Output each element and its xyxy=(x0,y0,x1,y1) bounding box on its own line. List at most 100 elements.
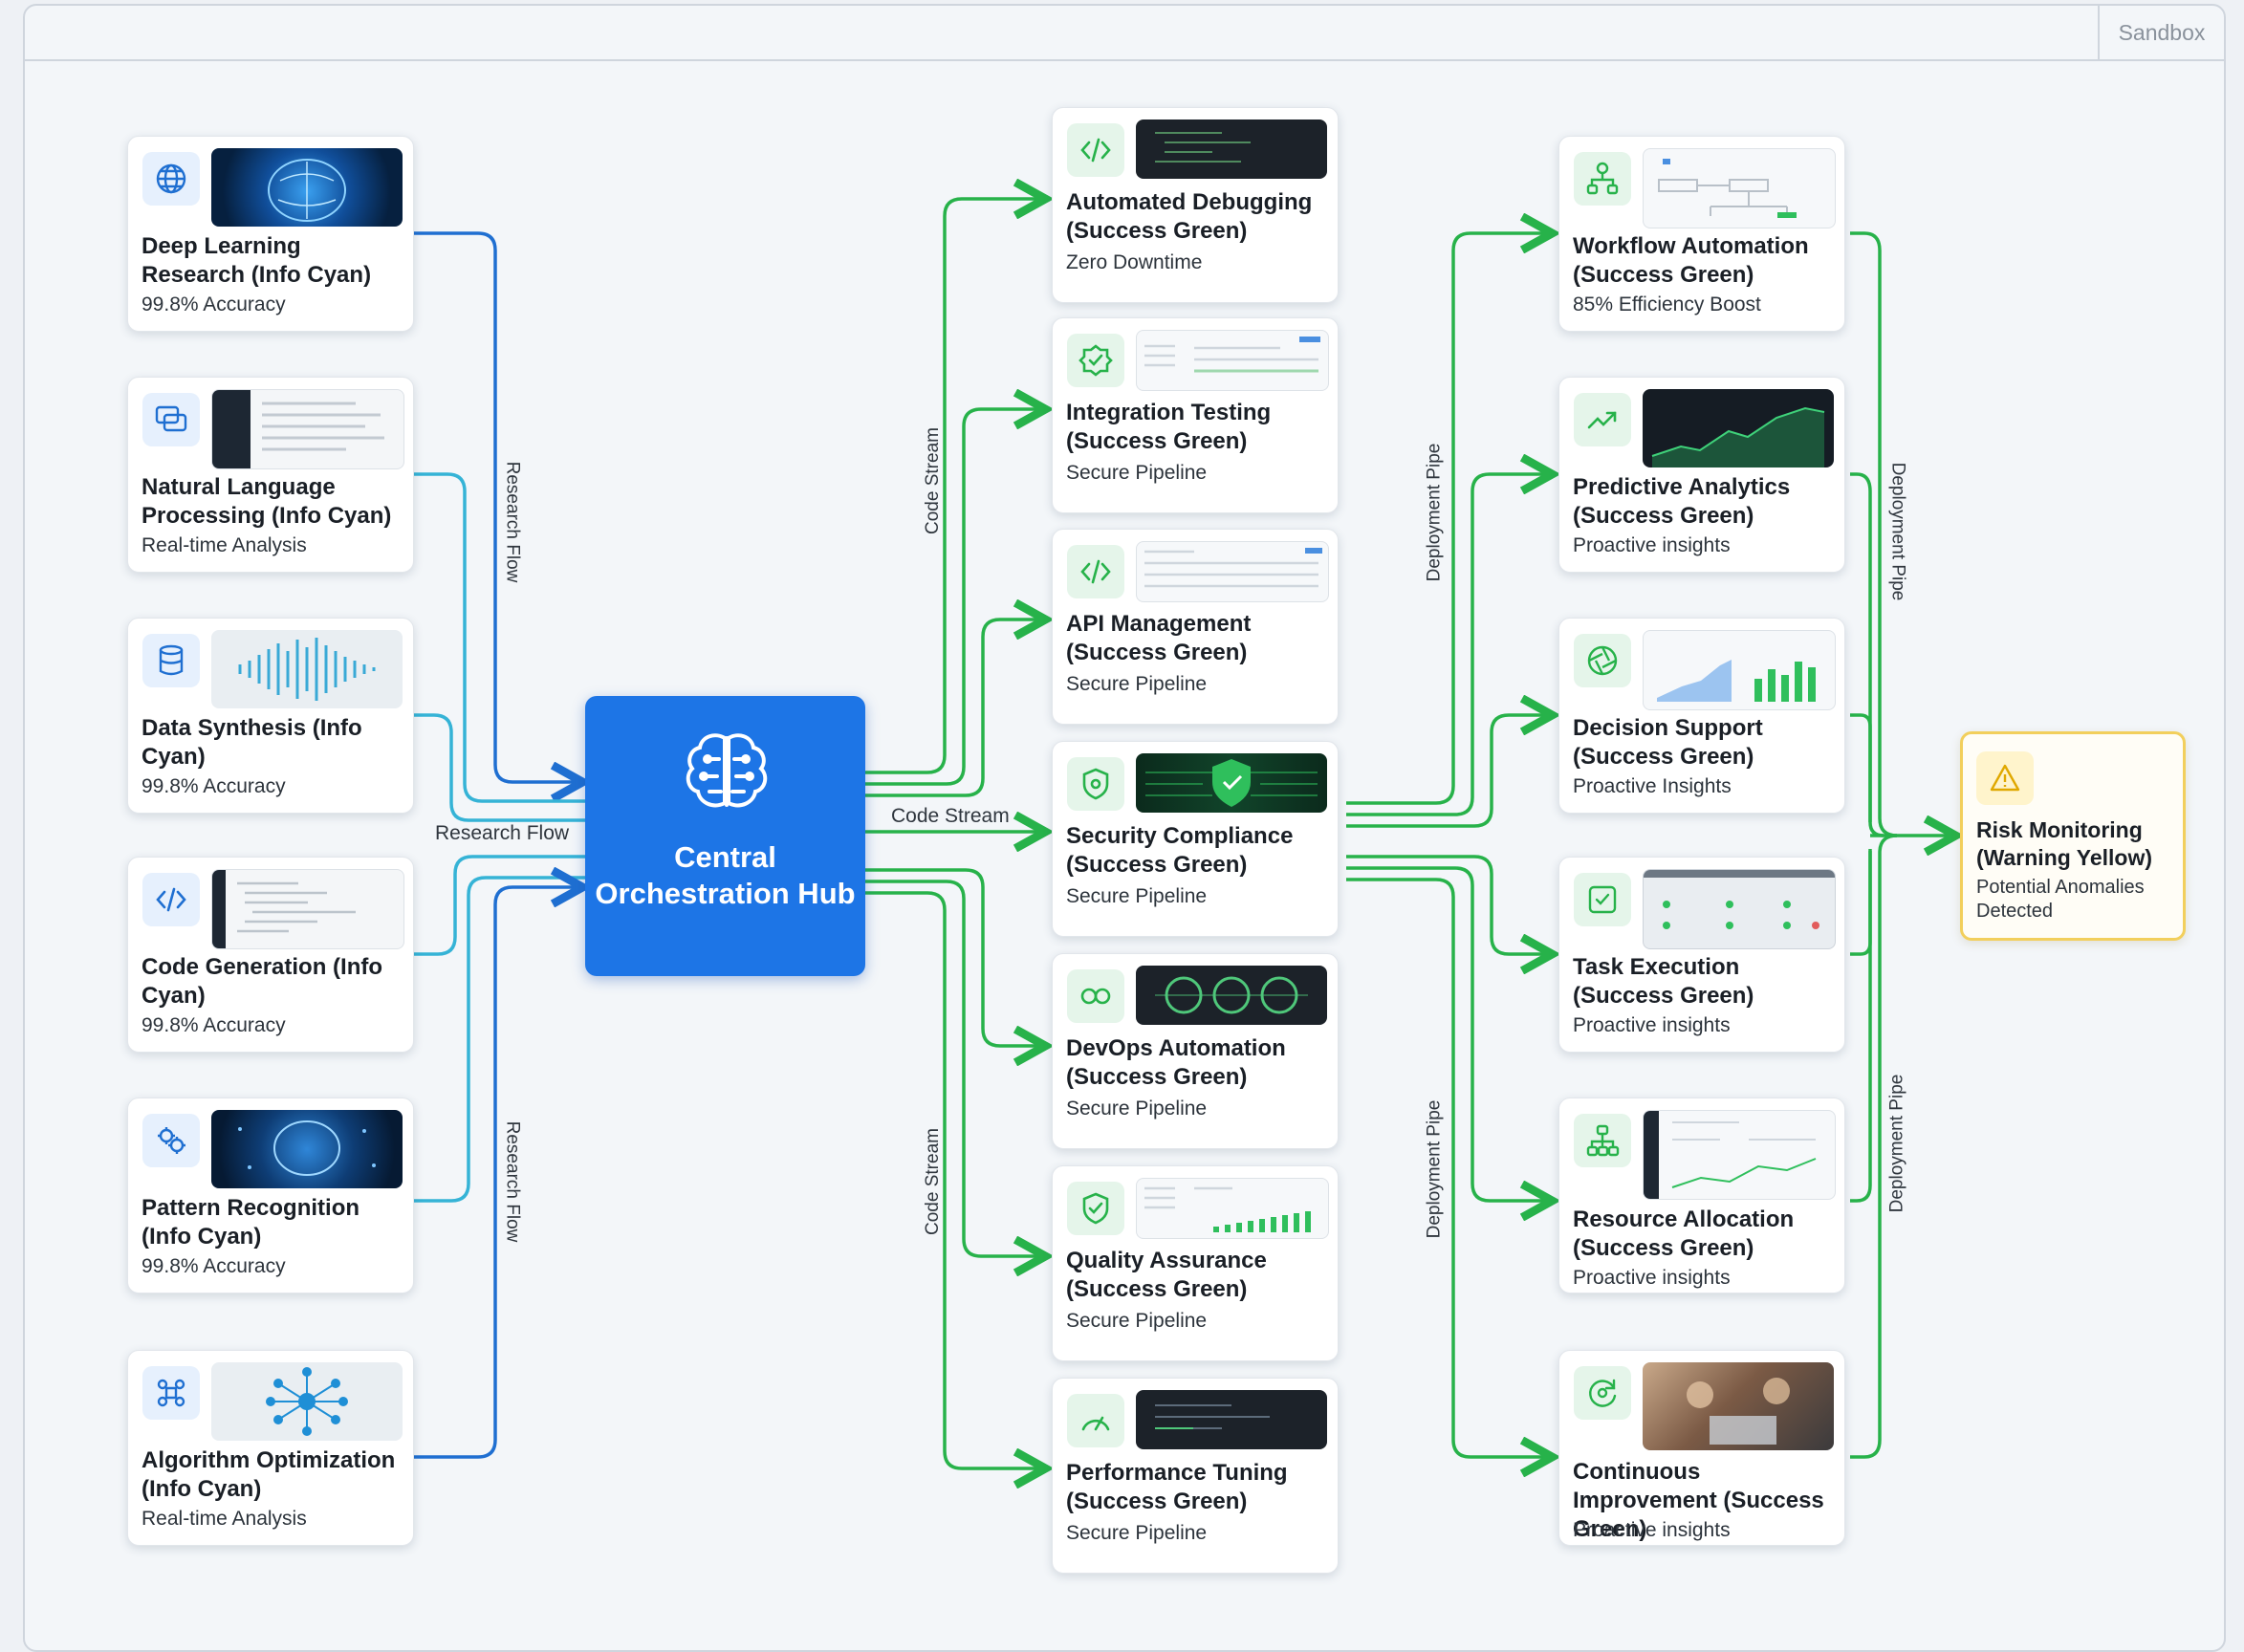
node-title: DevOps Automation (Success Green) xyxy=(1066,1035,1286,1090)
check-badge-icon xyxy=(1067,334,1124,387)
edge-resource-risk xyxy=(1850,851,1872,1203)
node-title: Resource Allocation (Success Green) xyxy=(1573,1206,1795,1261)
edge-code-generation xyxy=(414,855,585,956)
edge-nlp xyxy=(414,472,585,803)
node-title: Predictive Analytics (Success Green) xyxy=(1573,474,1791,529)
node-continuous-improvement[interactable]: Continuous Improvement (Success Green) P… xyxy=(1558,1350,1845,1546)
edge-pattern-recognition xyxy=(414,876,585,1203)
gear-cluster-icon xyxy=(142,1114,200,1167)
node-code-generation[interactable]: Code Generation (Info Cyan) 99.8% Accura… xyxy=(127,857,414,1053)
terminal-thumbnail xyxy=(1136,1390,1327,1449)
brain-scan-thumbnail xyxy=(211,148,403,227)
node-workflow-automation[interactable]: Workflow Automation (Success Green) 85% … xyxy=(1558,136,1845,332)
command-icon xyxy=(142,1366,200,1420)
node-title: Security Compliance (Success Green) xyxy=(1066,823,1294,878)
label-deployment-pipe-3: Deployment Pipe xyxy=(1887,462,1908,601)
node-subtitle: Proactive insights xyxy=(1573,1267,1731,1289)
code-brackets-icon xyxy=(1067,123,1124,177)
node-subtitle: Secure Pipeline xyxy=(1066,462,1208,484)
org-chart-icon xyxy=(1574,152,1631,206)
node-performance-tuning[interactable]: Performance Tuning (Success Green) Secur… xyxy=(1052,1378,1339,1574)
waveform-thumbnail xyxy=(211,630,403,708)
label-code-stream-upper: Code Stream xyxy=(922,427,943,534)
node-subtitle: 85% Efficiency Boost xyxy=(1573,293,1761,315)
decision-charts-thumbnail xyxy=(1643,630,1836,710)
edge-to-predictive xyxy=(1346,474,1549,816)
edge-to-workflow xyxy=(1346,233,1549,805)
node-title: Task Execution (Success Green) xyxy=(1573,954,1754,1009)
node-pattern-recognition[interactable]: Pattern Recognition (Info Cyan) 99.8% Ac… xyxy=(127,1098,414,1293)
shield-check-icon xyxy=(1067,1182,1124,1235)
node-title: Deep Learning Research (Info Cyan) xyxy=(142,233,372,288)
central-hub[interactable]: Central Orchestration Hub xyxy=(585,696,865,976)
shield-icon xyxy=(1067,757,1124,811)
task-board-thumbnail xyxy=(1643,869,1836,949)
node-subtitle: Secure Pipeline xyxy=(1066,1310,1208,1332)
edge-to-devops xyxy=(865,868,1042,1046)
hierarchy-icon xyxy=(1574,1114,1631,1167)
node-title: Natural Language Processing (Info Cyan) xyxy=(142,474,392,529)
node-devops-automation[interactable]: DevOps Automation (Success Green) Secure… xyxy=(1052,953,1339,1149)
flow-diagram-thumbnail xyxy=(1643,148,1836,228)
node-title: Risk Monitoring (Warning Yellow) xyxy=(1976,817,2153,870)
node-risk-monitoring[interactable]: Risk Monitoring (Warning Yellow) Potenti… xyxy=(1960,731,2186,941)
node-subtitle: Proactive insights xyxy=(1573,1014,1731,1036)
dashboard-thumbnail xyxy=(1136,330,1329,391)
edge-to-performance xyxy=(865,891,1042,1468)
resource-dashboard-thumbnail xyxy=(1643,1110,1836,1200)
node-title: API Management (Success Green) xyxy=(1066,611,1252,665)
node-deep-learning[interactable]: Deep Learning Research (Info Cyan) 99.8%… xyxy=(127,136,414,332)
brain-icon xyxy=(686,733,768,808)
database-icon xyxy=(142,634,200,687)
edge-to-resource xyxy=(1346,866,1549,1201)
node-task-execution[interactable]: Task Execution (Success Green) Proactive… xyxy=(1558,857,1845,1053)
node-title: Quality Assurance (Success Green) xyxy=(1066,1248,1267,1302)
globe-network-icon xyxy=(142,152,200,206)
node-data-synthesis[interactable]: Data Synthesis (Info Cyan) 99.8% Accurac… xyxy=(127,618,414,814)
api-table-thumbnail xyxy=(1136,541,1329,602)
node-title: Code Generation (Info Cyan) xyxy=(142,954,382,1009)
node-predictive-analytics[interactable]: Predictive Analytics (Success Green) Pro… xyxy=(1558,377,1845,573)
node-subtitle: Secure Pipeline xyxy=(1066,673,1208,695)
edge-algorithm-optimization xyxy=(414,887,579,1459)
label-deployment-pipe-2: Deployment Pipe xyxy=(1424,1099,1445,1239)
node-nlp[interactable]: Natural Language Processing (Info Cyan) … xyxy=(127,377,414,573)
warning-icon xyxy=(1976,751,2034,805)
edge-data-synthesis xyxy=(414,713,585,822)
node-title: Algorithm Optimization (Info Cyan) xyxy=(142,1447,396,1502)
label-deployment-pipe-4: Deployment Pipe xyxy=(1886,1074,1907,1213)
node-subtitle: Potential Anomalies Detected xyxy=(1976,877,2145,922)
node-automated-debugging[interactable]: Automated Debugging (Success Green) Zero… xyxy=(1052,107,1339,303)
edge-to-continuous xyxy=(1346,878,1549,1457)
node-decision-support[interactable]: Decision Support (Success Green) Proacti… xyxy=(1558,618,1845,814)
node-title: Performance Tuning (Success Green) xyxy=(1066,1460,1288,1514)
node-subtitle: Real-time Analysis xyxy=(142,1508,307,1530)
edge-to-qa xyxy=(865,880,1042,1256)
hub-title: Central Orchestration Hub xyxy=(595,840,856,910)
code-brackets-icon xyxy=(1067,545,1124,598)
node-api-management[interactable]: API Management (Success Green) Secure Pi… xyxy=(1052,529,1339,725)
edge-to-api xyxy=(865,620,1042,797)
node-title: Decision Support (Success Green) xyxy=(1573,715,1763,770)
network-graph-thumbnail xyxy=(211,1362,403,1441)
label-research-flow-upper: Research Flow xyxy=(502,461,523,583)
node-algorithm-optimization[interactable]: Algorithm Optimization (Info Cyan) Real-… xyxy=(127,1350,414,1546)
node-subtitle: Proactive Insights xyxy=(1573,775,1732,797)
edge-to-decision xyxy=(1346,715,1549,828)
code-brackets-icon xyxy=(142,873,200,926)
node-subtitle: 99.8% Accuracy xyxy=(142,1255,286,1277)
node-quality-assurance[interactable]: Quality Assurance (Success Green) Secure… xyxy=(1052,1165,1339,1361)
node-resource-allocation[interactable]: Resource Allocation (Success Green) Proa… xyxy=(1558,1098,1845,1293)
edge-deep-learning xyxy=(414,231,579,782)
dark-code-thumbnail xyxy=(1136,120,1327,179)
node-subtitle: 99.8% Accuracy xyxy=(142,293,286,315)
node-subtitle: Proactive insights xyxy=(1573,1519,1731,1541)
text-editor-thumbnail xyxy=(211,389,404,469)
node-integration-testing[interactable]: Integration Testing (Success Green) Secu… xyxy=(1052,317,1339,513)
edge-task-risk xyxy=(1850,849,1872,956)
edge-decision-risk xyxy=(1850,713,1872,822)
brain-network-thumbnail xyxy=(211,1110,403,1188)
node-subtitle: 99.8% Accuracy xyxy=(142,1014,286,1036)
edge-to-debugging xyxy=(865,199,1042,774)
node-security-compliance[interactable]: Security Compliance (Success Green) Secu… xyxy=(1052,741,1339,937)
